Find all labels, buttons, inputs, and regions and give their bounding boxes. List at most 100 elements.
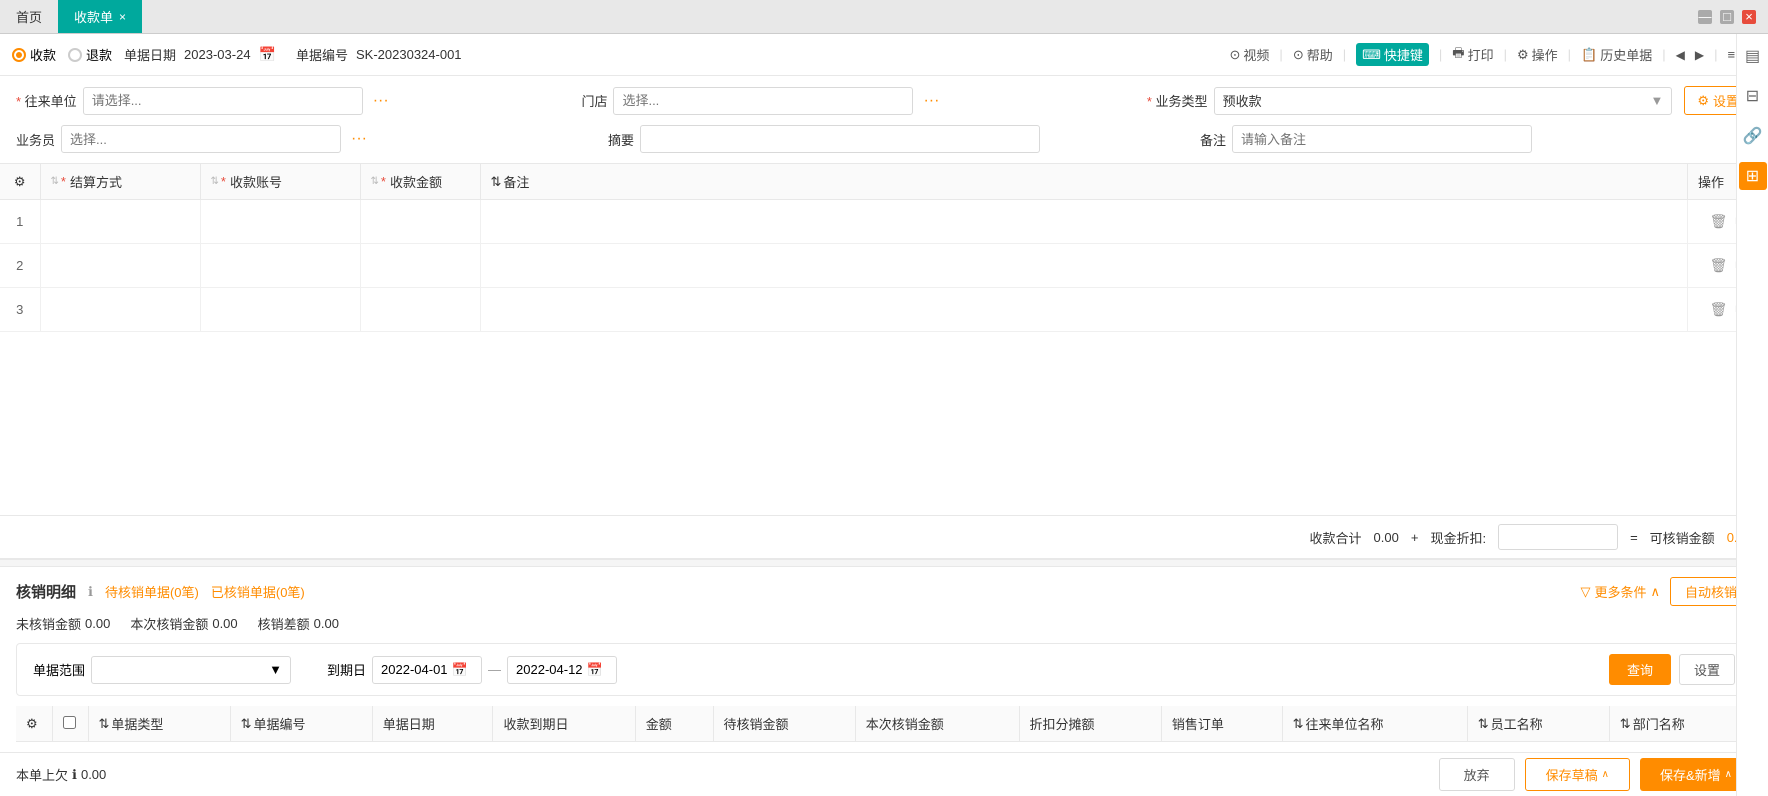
- row-1-settlement[interactable]: [40, 200, 200, 244]
- help-label: 帮助: [1307, 45, 1333, 64]
- more-filter-label: 更多条件: [1594, 582, 1646, 601]
- bottom-col-check[interactable]: [52, 706, 88, 742]
- print-action[interactable]: 🖶 打印: [1452, 44, 1493, 66]
- shop-input[interactable]: [613, 87, 913, 115]
- row-1-delete-icon[interactable]: 🗑: [1710, 213, 1728, 230]
- sidebar-link-icon[interactable]: 🔗: [1739, 122, 1767, 150]
- sort-dept-icon: ⇅: [1620, 716, 1631, 732]
- right-sidebar: ▤ ⊟ 🔗 ⊞: [1736, 34, 1768, 796]
- bottom-settings-icon: ⚙: [26, 716, 38, 731]
- bottom-col-amount: 金额: [635, 706, 713, 742]
- row-1-amount[interactable]: [360, 200, 480, 244]
- row-2-account[interactable]: [200, 244, 360, 288]
- row-3-amount[interactable]: [360, 288, 480, 332]
- row-1-account[interactable]: [200, 200, 360, 244]
- main-table-area: ⚙ ⇅ * 结算方式 ⇅ * 收款账号: [0, 164, 1768, 516]
- remark-icon: ⇅: [491, 174, 502, 190]
- bottom-bar: 本单上欠 ℹ 0.00 放弃 保存草稿 ∧ 保存&新增 ∧: [0, 752, 1768, 796]
- radio-receipt-dot: [12, 48, 26, 62]
- biz-type-select[interactable]: 预收款 ▼: [1214, 87, 1673, 115]
- save-draft-button[interactable]: 保存草稿 ∧: [1525, 758, 1630, 791]
- partner-input[interactable]: [83, 87, 363, 115]
- col-account-label: 收款账号: [230, 172, 282, 191]
- staff-more-button[interactable]: ···: [351, 130, 367, 148]
- maximize-icon: □: [1723, 9, 1731, 24]
- tab-current-label: 收款单: [74, 7, 113, 26]
- history-action[interactable]: 📋 历史单据: [1581, 45, 1652, 64]
- radio-receipt[interactable]: 收款: [12, 45, 56, 64]
- done-tab-button[interactable]: 已核销单据(0笔): [211, 582, 305, 601]
- tab-home[interactable]: 首页: [0, 0, 58, 33]
- col-settings-header[interactable]: ⚙: [0, 164, 40, 200]
- sort-partner-icon: ⇅: [1293, 716, 1304, 732]
- discount-label: 现金折扣:: [1430, 528, 1486, 547]
- stat-info-icon[interactable]: ℹ: [72, 767, 77, 783]
- sort-account-icon: ⇅: [211, 178, 219, 185]
- row-2-amount[interactable]: [360, 244, 480, 288]
- shop-more-button[interactable]: ···: [923, 92, 939, 110]
- next-button[interactable]: ▶: [1695, 48, 1704, 62]
- stat-value: 0.00: [81, 767, 106, 782]
- col-account-header: ⇅ * 收款账号: [200, 164, 360, 200]
- row-2-remark[interactable]: [480, 244, 1688, 288]
- video-action[interactable]: ⊙ 视频: [1230, 45, 1270, 64]
- row-1-remark[interactable]: [480, 200, 1688, 244]
- sidebar-expand-icon[interactable]: ⊞: [1739, 162, 1767, 190]
- shortcut-action[interactable]: ⌨ 快捷键: [1356, 43, 1429, 66]
- bottom-col-settings[interactable]: ⚙: [16, 706, 52, 742]
- radio-refund[interactable]: 退款: [68, 45, 112, 64]
- tab-active[interactable]: 收款单 ×: [58, 0, 142, 33]
- reconcile-settings-button[interactable]: 设置: [1679, 654, 1735, 685]
- remark-input[interactable]: [1232, 125, 1532, 153]
- sidebar-table-icon[interactable]: ▤: [1739, 42, 1767, 70]
- bottom-col-sales: 销售订单: [1161, 706, 1282, 742]
- discount-input[interactable]: [1498, 524, 1618, 550]
- row-3-remark[interactable]: [480, 288, 1688, 332]
- bottom-col-dept-label: 部门名称: [1633, 714, 1685, 733]
- pending-tab-button[interactable]: 待核销单据(0笔): [105, 582, 199, 601]
- bottom-col-current: 本次核销金额: [855, 706, 1019, 742]
- summary-input[interactable]: [640, 125, 1040, 153]
- help-action[interactable]: ⊙ 帮助: [1293, 45, 1333, 64]
- due-date-to[interactable]: 2022-04-12 📅: [507, 656, 617, 684]
- reconcile-settings-label: 设置: [1694, 663, 1720, 678]
- settings-icon: ⚙: [14, 174, 26, 189]
- equal-sign: =: [1630, 530, 1638, 545]
- window-close-button[interactable]: ×: [1742, 10, 1756, 24]
- tab-home-label: 首页: [16, 7, 42, 26]
- due-date-to-value: 2022-04-12: [516, 662, 583, 677]
- due-date-from[interactable]: 2022-04-01 📅: [372, 656, 482, 684]
- more-filter-button[interactable]: ▽ 更多条件 ∧: [1580, 582, 1660, 601]
- row-2-delete-icon[interactable]: 🗑: [1710, 257, 1728, 274]
- prev-button[interactable]: ◀: [1676, 48, 1685, 62]
- bottom-col-discount-label: 折扣分摊额: [1030, 717, 1095, 732]
- window-minimize-button[interactable]: —: [1698, 10, 1712, 24]
- operate-action[interactable]: ⚙ 操作: [1517, 45, 1558, 64]
- calendar-icon[interactable]: 📅: [259, 46, 276, 63]
- abandon-button[interactable]: 放弃: [1439, 758, 1515, 791]
- radio-receipt-label: 收款: [30, 45, 56, 64]
- window-maximize-button[interactable]: □: [1720, 10, 1734, 24]
- select-all-checkbox[interactable]: [63, 716, 76, 729]
- bottom-col-partner-label: 往来单位名称: [1305, 714, 1383, 733]
- range-select[interactable]: ▼: [91, 656, 291, 684]
- tab-close-icon[interactable]: ×: [119, 10, 126, 24]
- staff-input[interactable]: [61, 125, 341, 153]
- reconcile-info-icon[interactable]: ℹ: [88, 584, 93, 600]
- bottom-actions: 放弃 保存草稿 ∧ 保存&新增 ∧: [1439, 758, 1752, 791]
- row-2-settlement[interactable]: [40, 244, 200, 288]
- row-3-delete-icon[interactable]: 🗑: [1710, 301, 1728, 318]
- row-3-account[interactable]: [200, 288, 360, 332]
- tab-bar: 首页 收款单 × — □ ×: [0, 0, 1768, 34]
- sidebar-list-icon[interactable]: ⊟: [1739, 82, 1767, 110]
- radio-refund-dot: [68, 48, 82, 62]
- history-icon: 📋: [1581, 47, 1597, 63]
- row-3-settlement[interactable]: [40, 288, 200, 332]
- layout1-button[interactable]: ≡: [1728, 47, 1736, 62]
- reconcile-actions: ▽ 更多条件 ∧ 自动核销: [1580, 577, 1752, 606]
- diff-label: 核销差额: [258, 614, 310, 633]
- window-controls: — □ ×: [1686, 10, 1768, 24]
- partner-more-button[interactable]: ···: [373, 92, 389, 110]
- query-button[interactable]: 查询: [1609, 654, 1671, 685]
- col-remark-label: 备注: [503, 172, 529, 191]
